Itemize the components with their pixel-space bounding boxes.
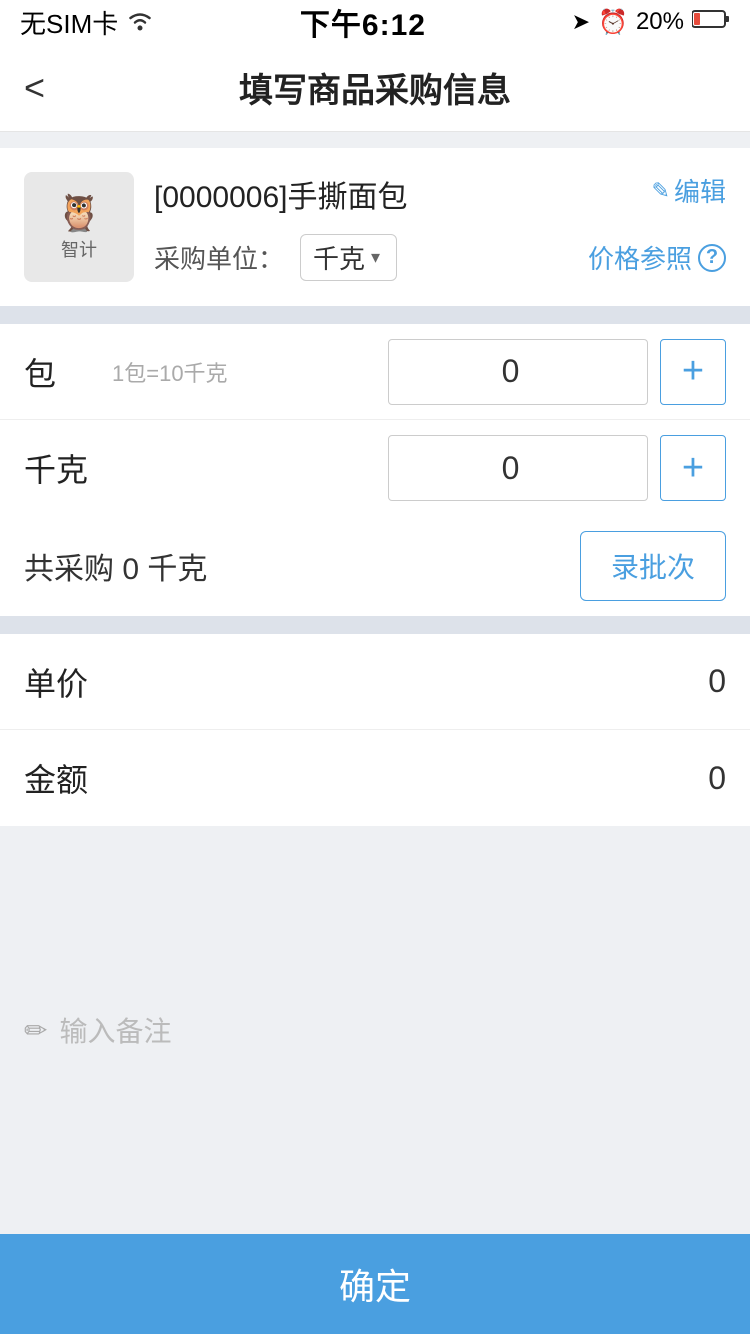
bag-number-input[interactable] (388, 339, 648, 405)
kg-input-row: 千克 + (0, 420, 750, 516)
notes-area[interactable]: ✏ 输入备注 (0, 826, 750, 1234)
info-icon: ? (698, 244, 726, 272)
unit-value: 千克 (313, 239, 365, 276)
top-divider (0, 132, 750, 148)
product-logo-text: 智计 (61, 236, 97, 262)
bag-label: 包 (24, 349, 104, 395)
back-button[interactable]: < (24, 67, 45, 109)
chevron-down-icon: ▾ (371, 247, 380, 268)
status-carrier-wifi: 无SIM卡 (20, 4, 154, 41)
kg-label: 千克 (24, 445, 104, 491)
unit-price-label: 单价 (24, 659, 708, 705)
price-section: 单价 0 金额 0 (0, 634, 750, 826)
confirm-label: 确定 (339, 1258, 411, 1310)
amount-value: 0 (708, 760, 726, 797)
confirm-button[interactable]: 确定 (0, 1234, 750, 1334)
section-divider-2 (0, 616, 750, 634)
kg-input-field: + (104, 435, 726, 501)
edit-label: 编辑 (674, 172, 726, 209)
location-icon: ➤ (572, 9, 590, 35)
input-section: 包 1包=10千克 + 千克 + (0, 324, 750, 516)
amount-label: 金额 (24, 755, 708, 801)
status-bar: 无SIM卡 下午6:12 ➤ ⏰ 20% (0, 0, 750, 44)
product-name: [0000006]手撕面包 (154, 172, 652, 216)
section-divider-1 (0, 306, 750, 324)
notes-placeholder: 输入备注 (59, 1010, 171, 1050)
carrier-text: 无SIM卡 (20, 4, 118, 41)
page-title: 填写商品采购信息 (239, 63, 511, 112)
status-time: 下午6:12 (300, 0, 426, 44)
bag-sublabel: 1包=10千克 (112, 356, 228, 388)
unit-price-value: 0 (708, 663, 726, 700)
product-info: [0000006]手撕面包 ✎ 编辑 采购单位： 千克 ▾ 价格参照 ? (154, 172, 726, 281)
price-ref-label: 价格参照 (588, 239, 692, 276)
status-right-icons: ➤ ⏰ 20% (572, 8, 730, 37)
batch-button[interactable]: 录批次 (580, 531, 726, 601)
nav-bar: < 填写商品采购信息 (0, 44, 750, 132)
product-image: 🦉 智计 (24, 172, 134, 282)
amount-row: 金额 0 (0, 730, 750, 826)
summary-text: 共采购 0 千克 (24, 544, 580, 588)
edit-icon: ✎ (652, 178, 670, 204)
battery-icon (692, 8, 730, 36)
unit-label: 采购单位： (154, 239, 284, 276)
edit-button[interactable]: ✎ 编辑 (652, 172, 726, 209)
price-ref-button[interactable]: 价格参照 ? (588, 239, 726, 276)
summary-row: 共采购 0 千克 录批次 (0, 516, 750, 616)
battery-percent: 20% (636, 8, 684, 36)
unit-price-row: 单价 0 (0, 634, 750, 730)
product-logo-icon: 🦉 (57, 192, 102, 234)
pencil-icon: ✏ (24, 1014, 47, 1047)
bag-input-row: 包 1包=10千克 + (0, 324, 750, 420)
wifi-icon (126, 7, 154, 38)
alarm-icon: ⏰ (598, 8, 628, 37)
bag-input-field: + (228, 339, 726, 405)
kg-number-input[interactable] (388, 435, 648, 501)
kg-plus-button[interactable]: + (660, 435, 726, 501)
product-card: 🦉 智计 [0000006]手撕面包 ✎ 编辑 采购单位： 千克 ▾ 价格参照 … (0, 148, 750, 306)
bag-plus-button[interactable]: + (660, 339, 726, 405)
unit-dropdown[interactable]: 千克 ▾ (300, 234, 397, 281)
